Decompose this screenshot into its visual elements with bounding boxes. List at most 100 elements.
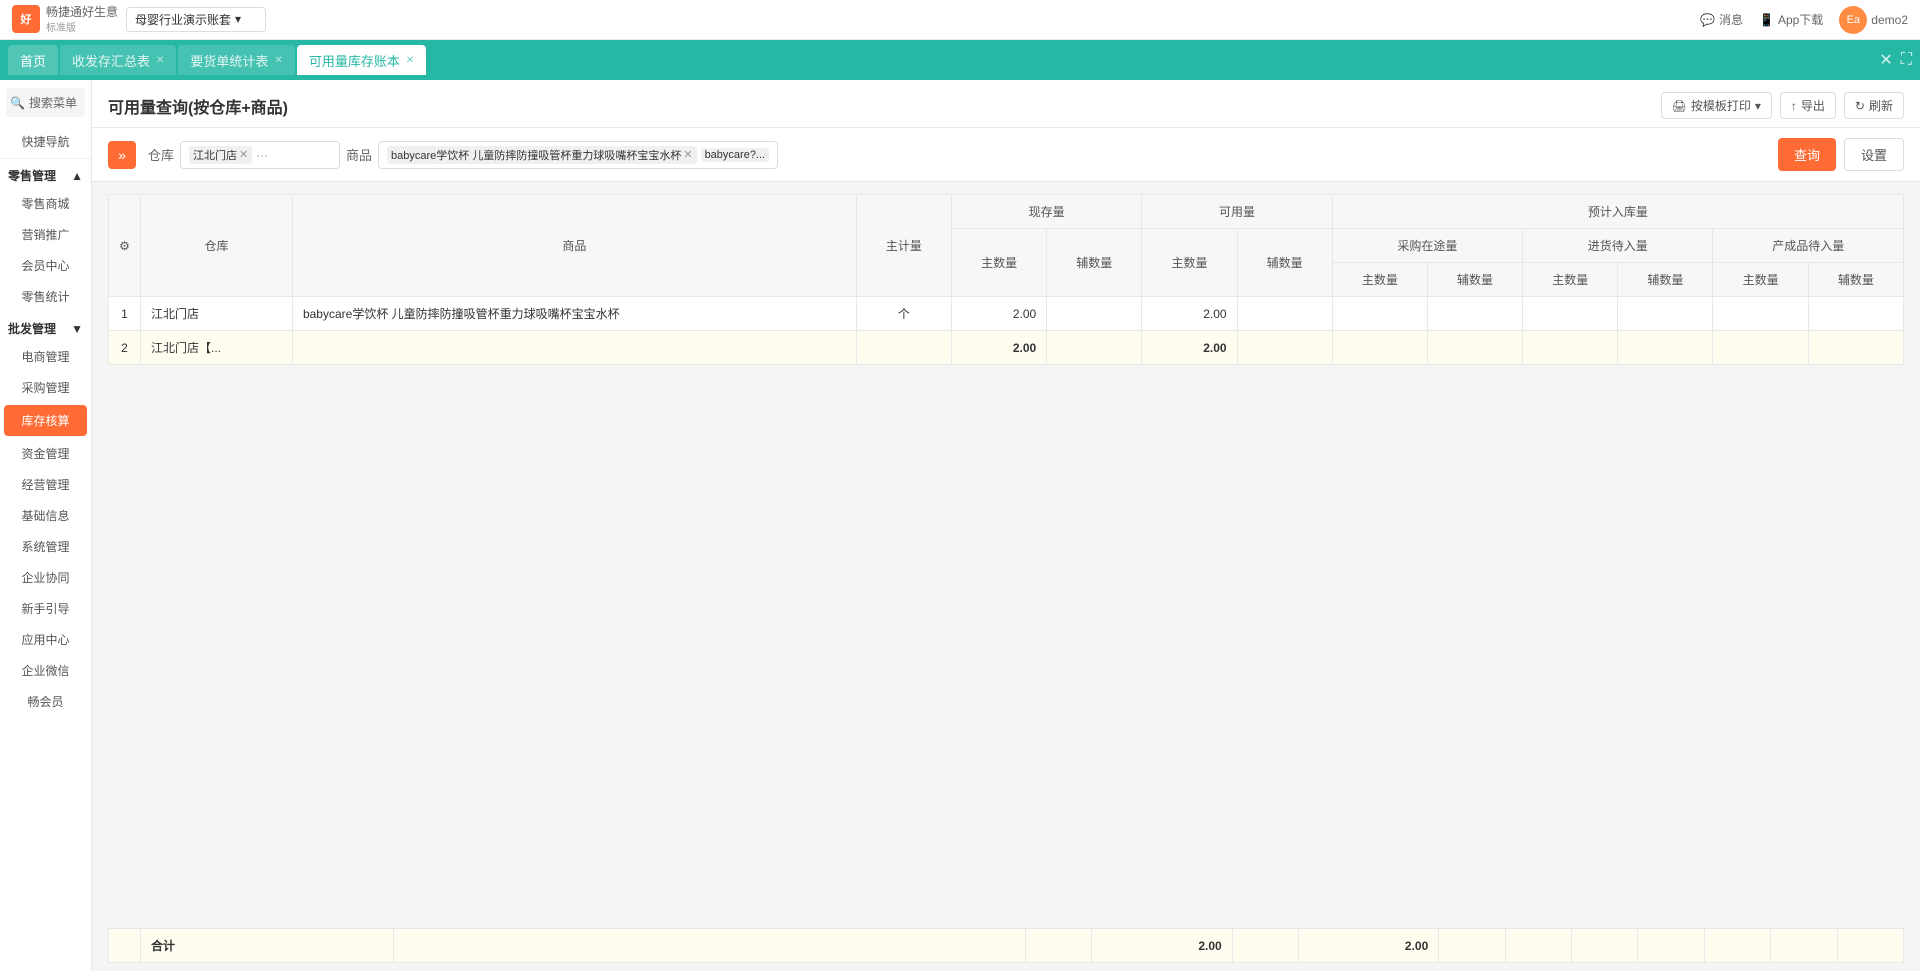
export-icon: ↑ bbox=[1791, 99, 1797, 113]
filter-group: 仓库 江北门店 ✕ ··· 商品 babycare学饮杯 儿童防摔防撞吸管杯重力… bbox=[148, 141, 1766, 169]
tab-home[interactable]: 首页 bbox=[8, 45, 58, 75]
warehouse-tag-remove[interactable]: ✕ bbox=[239, 148, 248, 161]
industry-label: 母婴行业演示账套 bbox=[135, 11, 231, 28]
row2-inbound-aux bbox=[1618, 331, 1713, 365]
nav-right-actions: ✕ ⛶ bbox=[1879, 50, 1920, 70]
sidebar-item-retail-mgmt[interactable]: 零售管理 ▲ bbox=[0, 159, 91, 188]
close-all-icon[interactable]: ✕ bbox=[1879, 50, 1892, 70]
main-layout: 🔍 搜索菜单 快捷导航 零售管理 ▲ 零售商城 营销推广 会员中心 零售统计 批… bbox=[0, 80, 1920, 971]
warehouse-more[interactable]: ··· bbox=[256, 148, 268, 162]
warehouse-tag-value: 江北门店 bbox=[193, 147, 237, 163]
sidebar-item-basics[interactable]: 基础信息 bbox=[0, 500, 91, 531]
settings-btn[interactable]: 设置 bbox=[1844, 138, 1904, 171]
sidebar-item-newguide[interactable]: 新手引导 bbox=[0, 593, 91, 624]
footer-inbound-aux bbox=[1704, 929, 1770, 963]
top-bar: 好 畅捷通好生意 标准版 母婴行业演示账套 ▾ 💬 消息 📱 App下载 Ea … bbox=[0, 0, 1920, 40]
app-download-btn[interactable]: 📱 App下载 bbox=[1759, 11, 1823, 28]
tab-available-close[interactable]: ✕ bbox=[406, 55, 414, 66]
page-header: 可用量查询(按仓库+商品) 🖨 按模板打印 ▾ ↑ 导出 ↻ 刷新 bbox=[92, 80, 1920, 128]
row1-product-main bbox=[1713, 297, 1808, 331]
sidebar-search-area: 🔍 搜索菜单 bbox=[0, 80, 91, 125]
sidebar-item-ecommerce[interactable]: 电商管理 bbox=[0, 341, 91, 372]
product-tag-2: babycare?... bbox=[701, 148, 770, 162]
print-btn[interactable]: 🖨 按模板打印 ▾ bbox=[1661, 92, 1772, 119]
row2-stock-aux bbox=[1047, 331, 1142, 365]
tab-receipts[interactable]: 收发存汇总表 ✕ bbox=[60, 45, 176, 75]
row2-inbound-main bbox=[1523, 331, 1618, 365]
footer-label: 合计 bbox=[141, 929, 394, 963]
message-btn[interactable]: 💬 消息 bbox=[1700, 11, 1743, 28]
sidebar-item-members[interactable]: 会员中心 bbox=[0, 250, 91, 281]
table-container: ⚙ 仓库 商品 主计量 现存量 可用量 预计入库量 主数量 辅数量 主数量 辅数… bbox=[92, 182, 1920, 928]
sidebar-item-wecom[interactable]: 企业微信 bbox=[0, 655, 91, 686]
sidebar-item-vip[interactable]: 畅会员 bbox=[0, 686, 91, 717]
product-field[interactable]: babycare学饮杯 儿童防摔防撞吸管杯重力球吸嘴杯宝宝水杯 ✕ babyca… bbox=[378, 141, 778, 169]
sidebar-item-inventory[interactable]: 库存核算 bbox=[4, 405, 87, 436]
footer-stock-aux bbox=[1232, 929, 1298, 963]
top-bar-right: 💬 消息 📱 App下载 Ea demo2 bbox=[1700, 6, 1908, 34]
export-btn[interactable]: ↑ 导出 bbox=[1780, 92, 1836, 119]
row1-product: babycare学饮杯 儿童防摔防撞吸管杯重力球吸嘴杯宝宝水杯 bbox=[292, 297, 856, 331]
logo-sub: 标准版 bbox=[46, 19, 118, 34]
tab-available-label: 可用量库存账本 bbox=[309, 51, 400, 70]
query-btn[interactable]: 查询 bbox=[1778, 138, 1836, 171]
row1-unit: 个 bbox=[856, 297, 951, 331]
logo-text: 畅捷通好生意 bbox=[46, 5, 118, 19]
refresh-btn[interactable]: ↻ 刷新 bbox=[1844, 92, 1904, 119]
product-tag-2-value: babycare?... bbox=[705, 149, 766, 161]
tab-receipts-close[interactable]: ✕ bbox=[156, 55, 164, 66]
industry-select[interactable]: 母婴行业演示账套 ▾ bbox=[126, 7, 266, 32]
tab-orders[interactable]: 要货单统计表 ✕ bbox=[178, 45, 294, 75]
search-menu-btn[interactable]: 🔍 搜索菜单 bbox=[6, 88, 85, 117]
sidebar-item-marketing[interactable]: 营销推广 bbox=[0, 219, 91, 250]
warehouse-field[interactable]: 江北门店 ✕ ··· bbox=[180, 141, 340, 169]
sidebar-item-operations[interactable]: 经营管理 bbox=[0, 469, 91, 500]
tab-orders-close[interactable]: ✕ bbox=[274, 55, 282, 66]
warehouse-label: 仓库 bbox=[148, 145, 174, 164]
retail-mgmt-label: 零售管理 bbox=[8, 167, 56, 184]
footer-blank2 bbox=[393, 929, 1025, 963]
sidebar-item-purchase[interactable]: 采购管理 bbox=[0, 372, 91, 403]
row1-inbound-aux bbox=[1618, 297, 1713, 331]
sidebar-item-appcenter[interactable]: 应用中心 bbox=[0, 624, 91, 655]
sidebar-item-retail-mall[interactable]: 零售商城 bbox=[0, 188, 91, 219]
filter-bar: » 仓库 江北门店 ✕ ··· 商品 babycare学饮杯 儿童防摔防撞吸管杯… bbox=[92, 128, 1920, 182]
sidebar-item-wholesale[interactable]: 批发管理 ▼ bbox=[0, 312, 91, 341]
tab-orders-label: 要货单统计表 bbox=[190, 51, 268, 70]
warehouse-tag: 江北门店 ✕ bbox=[189, 146, 252, 164]
sidebar-item-system[interactable]: 系统管理 bbox=[0, 531, 91, 562]
nav-tabs: 首页 收发存汇总表 ✕ 要货单统计表 ✕ 可用量库存账本 ✕ ✕ ⛶ bbox=[0, 40, 1920, 80]
sidebar-item-shortcut[interactable]: 快捷导航 bbox=[0, 125, 91, 159]
footer-purchase-main bbox=[1505, 929, 1571, 963]
row2-product-aux bbox=[1808, 331, 1903, 365]
user-menu[interactable]: Ea demo2 bbox=[1839, 6, 1908, 34]
logo-icon: 好 bbox=[12, 5, 40, 33]
tab-receipts-label: 收发存汇总表 bbox=[72, 51, 150, 70]
footer-inbound-main bbox=[1638, 929, 1704, 963]
footer-avail-aux bbox=[1439, 929, 1505, 963]
logo-area: 好 畅捷通好生意 标准版 bbox=[12, 5, 118, 34]
row1-stock-main: 2.00 bbox=[951, 297, 1046, 331]
product-tag-1-remove[interactable]: ✕ bbox=[683, 148, 692, 161]
row2-purchase-aux bbox=[1427, 331, 1522, 365]
print-label: 按模板打印 bbox=[1691, 97, 1751, 114]
footer-product-main bbox=[1771, 929, 1837, 963]
filter-expand-btn[interactable]: » bbox=[108, 141, 136, 169]
tab-home-label: 首页 bbox=[20, 51, 46, 70]
row1-stock-aux bbox=[1047, 297, 1142, 331]
row1-purchase-aux bbox=[1427, 297, 1522, 331]
row2-avail-main: 2.00 bbox=[1142, 331, 1237, 365]
sidebar-item-enterprise[interactable]: 企业协同 bbox=[0, 562, 91, 593]
sidebar-item-retail-stats[interactable]: 零售统计 bbox=[0, 281, 91, 312]
sidebar-item-finance[interactable]: 资金管理 bbox=[0, 438, 91, 469]
product-label: 商品 bbox=[346, 145, 372, 164]
tab-available[interactable]: 可用量库存账本 ✕ bbox=[297, 45, 426, 75]
row2-warehouse: 江北门店【... bbox=[141, 331, 293, 365]
wholesale-label: 批发管理 bbox=[8, 320, 56, 337]
footer-avail-main: 2.00 bbox=[1299, 929, 1439, 963]
footer-product-aux bbox=[1837, 929, 1903, 963]
refresh-label: 刷新 bbox=[1869, 97, 1893, 114]
print-icon: 🖨 bbox=[1672, 99, 1687, 113]
maximize-icon[interactable]: ⛶ bbox=[1901, 51, 1912, 69]
top-bar-left: 好 畅捷通好生意 标准版 母婴行业演示账套 ▾ bbox=[12, 5, 266, 34]
